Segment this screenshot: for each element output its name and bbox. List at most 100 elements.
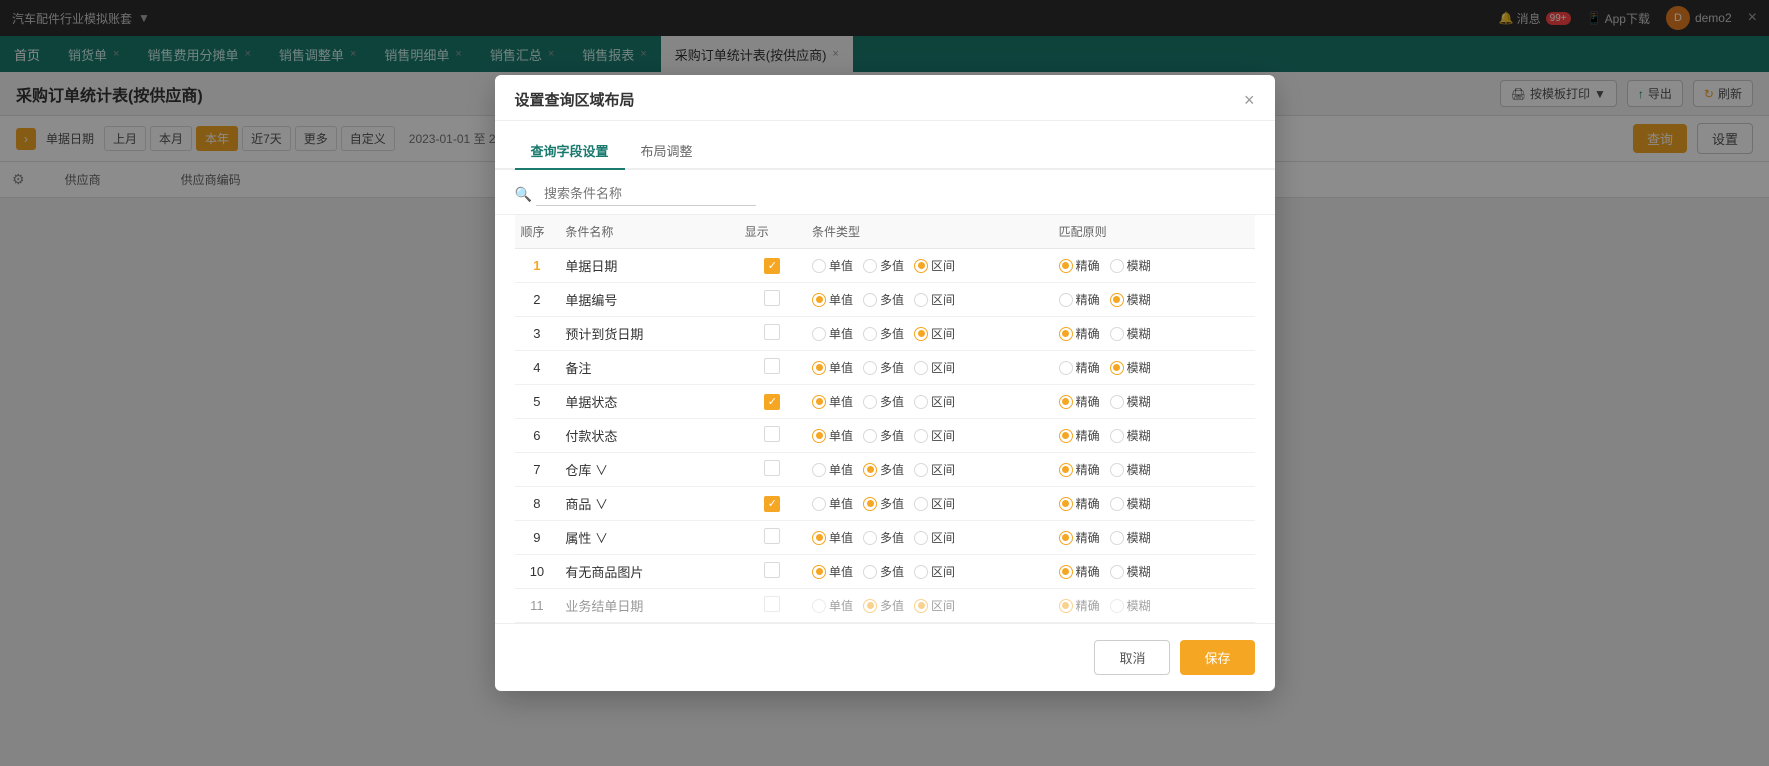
radio-type_multiple-10[interactable] <box>863 565 877 579</box>
type-type_single-8[interactable]: 单值 <box>812 495 853 512</box>
radio-type_single-7[interactable] <box>812 463 826 477</box>
type-type_range-2[interactable]: 区间 <box>914 291 955 308</box>
radio-type_single-4[interactable] <box>812 361 826 375</box>
type-type_multiple-10[interactable]: 多值 <box>863 563 904 580</box>
row-display-3[interactable] <box>739 317 806 351</box>
display-checkbox-10[interactable] <box>764 562 780 578</box>
save-button[interactable]: 保存 <box>1180 640 1254 675</box>
radio-match_exact-11[interactable] <box>1059 599 1073 613</box>
radio-type_single-9[interactable] <box>812 531 826 545</box>
type-type_multiple-5[interactable]: 多值 <box>863 393 904 410</box>
radio-type_multiple-3[interactable] <box>863 327 877 341</box>
radio-match_exact-3[interactable] <box>1059 327 1073 341</box>
type-type_single-3[interactable]: 单值 <box>812 325 853 342</box>
display-checkbox-5[interactable] <box>764 394 780 410</box>
radio-type_range-10[interactable] <box>914 565 928 579</box>
radio-type_range-6[interactable] <box>914 429 928 443</box>
radio-type_single-3[interactable] <box>812 327 826 341</box>
row-display-4[interactable] <box>739 351 806 385</box>
radio-match_fuzzy-3[interactable] <box>1110 327 1124 341</box>
display-checkbox-9[interactable] <box>764 528 780 544</box>
match-match_exact-2[interactable]: 精确 <box>1059 291 1100 308</box>
radio-type_multiple-2[interactable] <box>863 293 877 307</box>
match-match_fuzzy-1[interactable]: 模糊 <box>1110 257 1151 274</box>
row-display-10[interactable] <box>739 555 806 589</box>
radio-type_range-2[interactable] <box>914 293 928 307</box>
match-match_exact-1[interactable]: 精确 <box>1059 257 1100 274</box>
radio-type_multiple-11[interactable] <box>863 599 877 613</box>
type-type_single-4[interactable]: 单值 <box>812 359 853 376</box>
type-type_multiple-4[interactable]: 多值 <box>863 359 904 376</box>
radio-match_exact-9[interactable] <box>1059 531 1073 545</box>
row-display-11[interactable] <box>739 589 806 623</box>
type-type_range-9[interactable]: 区间 <box>914 529 955 546</box>
radio-match_exact-7[interactable] <box>1059 463 1073 477</box>
modal-tab-fields[interactable]: 查询字段设置 <box>515 133 625 170</box>
radio-type_single-2[interactable] <box>812 293 826 307</box>
cancel-button[interactable]: 取消 <box>1094 640 1170 675</box>
radio-type_range-7[interactable] <box>914 463 928 477</box>
radio-type_single-6[interactable] <box>812 429 826 443</box>
type-type_multiple-8[interactable]: 多值 <box>863 495 904 512</box>
search-input[interactable] <box>536 182 756 206</box>
match-match_fuzzy-7[interactable]: 模糊 <box>1110 461 1151 478</box>
radio-match_exact-8[interactable] <box>1059 497 1073 511</box>
type-type_multiple-2[interactable]: 多值 <box>863 291 904 308</box>
type-type_multiple-6[interactable]: 多值 <box>863 427 904 444</box>
radio-match_exact-5[interactable] <box>1059 395 1073 409</box>
row-display-6[interactable] <box>739 419 806 453</box>
match-match_fuzzy-10[interactable]: 模糊 <box>1110 563 1151 580</box>
radio-type_single-8[interactable] <box>812 497 826 511</box>
type-type_range-5[interactable]: 区间 <box>914 393 955 410</box>
type-type_range-10[interactable]: 区间 <box>914 563 955 580</box>
radio-type_range-1[interactable] <box>914 259 928 273</box>
type-type_multiple-7[interactable]: 多值 <box>863 461 904 478</box>
type-type_range-6[interactable]: 区间 <box>914 427 955 444</box>
display-checkbox-8[interactable] <box>764 496 780 512</box>
type-type_range-1[interactable]: 区间 <box>914 257 955 274</box>
type-type_single-1[interactable]: 单值 <box>812 257 853 274</box>
radio-match_exact-4[interactable] <box>1059 361 1073 375</box>
radio-type_multiple-8[interactable] <box>863 497 877 511</box>
type-type_multiple-11[interactable]: 多值 <box>863 597 904 614</box>
match-match_exact-10[interactable]: 精确 <box>1059 563 1100 580</box>
radio-match_fuzzy-2[interactable] <box>1110 293 1124 307</box>
radio-match_fuzzy-4[interactable] <box>1110 361 1124 375</box>
type-type_range-8[interactable]: 区间 <box>914 495 955 512</box>
radio-match_exact-6[interactable] <box>1059 429 1073 443</box>
radio-type_range-9[interactable] <box>914 531 928 545</box>
match-match_exact-5[interactable]: 精确 <box>1059 393 1100 410</box>
type-type_single-9[interactable]: 单值 <box>812 529 853 546</box>
display-checkbox-3[interactable] <box>764 324 780 340</box>
match-match_fuzzy-4[interactable]: 模糊 <box>1110 359 1151 376</box>
match-match_exact-9[interactable]: 精确 <box>1059 529 1100 546</box>
row-display-7[interactable] <box>739 453 806 487</box>
match-match_fuzzy-5[interactable]: 模糊 <box>1110 393 1151 410</box>
match-match_exact-6[interactable]: 精确 <box>1059 427 1100 444</box>
display-checkbox-2[interactable] <box>764 290 780 306</box>
radio-match_fuzzy-10[interactable] <box>1110 565 1124 579</box>
type-type_range-11[interactable]: 区间 <box>914 597 955 614</box>
type-type_range-3[interactable]: 区间 <box>914 325 955 342</box>
type-type_single-5[interactable]: 单值 <box>812 393 853 410</box>
match-match_fuzzy-11[interactable]: 模糊 <box>1110 597 1151 614</box>
type-type_single-2[interactable]: 单值 <box>812 291 853 308</box>
display-checkbox-1[interactable] <box>764 258 780 274</box>
display-checkbox-4[interactable] <box>764 358 780 374</box>
radio-type_single-10[interactable] <box>812 565 826 579</box>
type-type_single-10[interactable]: 单值 <box>812 563 853 580</box>
radio-type_multiple-9[interactable] <box>863 531 877 545</box>
match-match_fuzzy-9[interactable]: 模糊 <box>1110 529 1151 546</box>
radio-match_fuzzy-11[interactable] <box>1110 599 1124 613</box>
modal-tab-layout[interactable]: 布局调整 <box>625 133 709 170</box>
match-match_fuzzy-8[interactable]: 模糊 <box>1110 495 1151 512</box>
radio-type_range-5[interactable] <box>914 395 928 409</box>
row-display-8[interactable] <box>739 487 806 521</box>
radio-type_single-1[interactable] <box>812 259 826 273</box>
radio-match_fuzzy-6[interactable] <box>1110 429 1124 443</box>
row-display-9[interactable] <box>739 521 806 555</box>
radio-match_fuzzy-1[interactable] <box>1110 259 1124 273</box>
display-checkbox-7[interactable] <box>764 460 780 476</box>
radio-type_single-11[interactable] <box>812 599 826 613</box>
radio-match_exact-2[interactable] <box>1059 293 1073 307</box>
